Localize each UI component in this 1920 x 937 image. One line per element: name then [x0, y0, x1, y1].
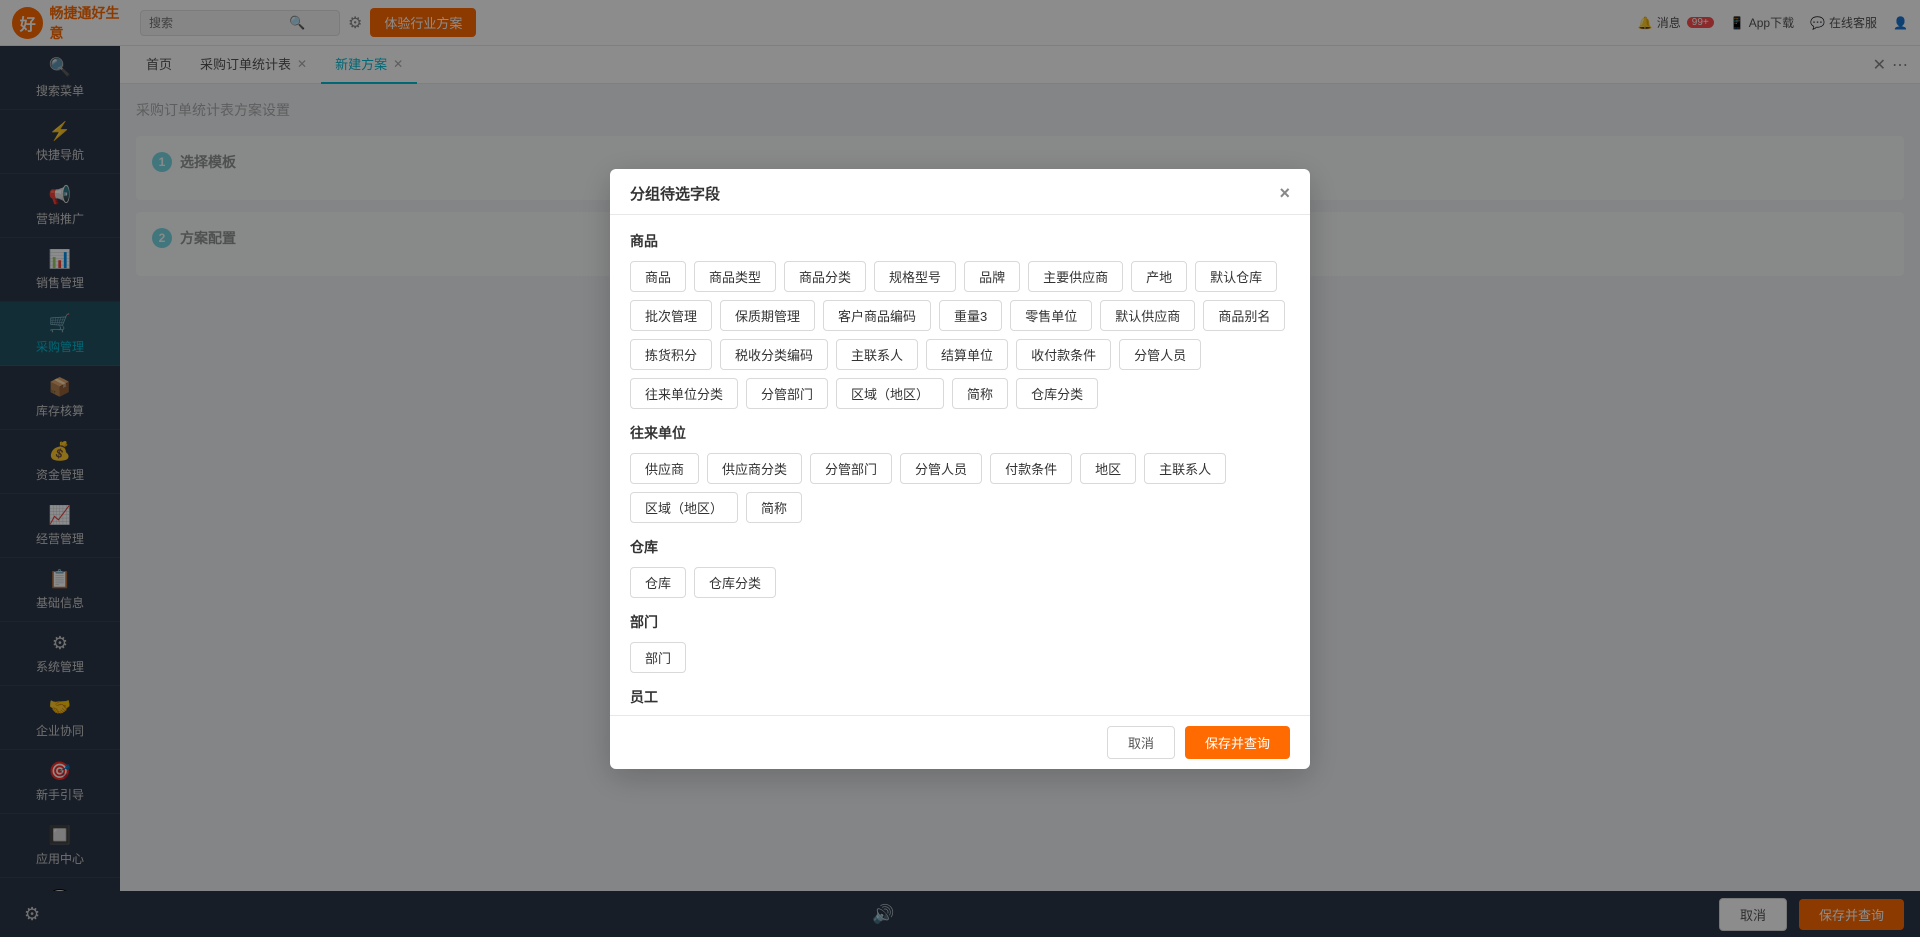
field-tag-spec-model[interactable]: 规格型号: [874, 261, 956, 292]
field-tag-dept[interactable]: 部门: [630, 642, 686, 673]
field-tag-main-contact[interactable]: 主联系人: [836, 339, 918, 370]
field-tag-main-supplier[interactable]: 主要供应商: [1028, 261, 1123, 292]
field-tag-origin[interactable]: 产地: [1131, 261, 1187, 292]
field-select-modal: 分组待选字段 × 商品 商品 商品类型 商品分类 规格型号 品牌 主要供应商 产…: [610, 169, 1310, 769]
field-tag-settlement-unit[interactable]: 结算单位: [926, 339, 1008, 370]
field-tag-goods-alias[interactable]: 商品别名: [1203, 300, 1285, 331]
section-title-goods: 商品: [630, 231, 1290, 251]
field-grid-partner: 供应商 供应商分类 分管部门 分管人员 付款条件 地区 主联系人 区域（地区） …: [630, 453, 1290, 523]
field-tag-payment-terms[interactable]: 收付款条件: [1016, 339, 1111, 370]
field-tag-shelf-life[interactable]: 保质期管理: [720, 300, 815, 331]
modal-header: 分组待选字段 ×: [610, 169, 1310, 215]
field-tag-goods-category[interactable]: 商品分类: [784, 261, 866, 292]
field-tag-short-name[interactable]: 简称: [952, 378, 1008, 409]
modal-cancel-button[interactable]: 取消: [1107, 726, 1175, 759]
modal-confirm-button[interactable]: 保存并查询: [1185, 726, 1290, 759]
modal-body[interactable]: 商品 商品 商品类型 商品分类 规格型号 品牌 主要供应商 产地 默认仓库 批次…: [610, 215, 1310, 715]
field-grid-goods: 商品 商品类型 商品分类 规格型号 品牌 主要供应商 产地 默认仓库 批次管理 …: [630, 261, 1290, 409]
field-tag-warehouse-category[interactable]: 仓库分类: [1016, 378, 1098, 409]
field-tag-admin-dept[interactable]: 分管部门: [746, 378, 828, 409]
field-grid-dept: 部门: [630, 642, 1290, 673]
section-title-dept: 部门: [630, 612, 1290, 632]
field-tag-supplier[interactable]: 供应商: [630, 453, 699, 484]
field-tag-customer-code[interactable]: 客户商品编码: [823, 300, 931, 331]
field-tag-wh-category[interactable]: 仓库分类: [694, 567, 776, 598]
field-grid-warehouse: 仓库 仓库分类: [630, 567, 1290, 598]
section-title-partner: 往来单位: [630, 423, 1290, 443]
field-tag-admin-person[interactable]: 分管人员: [1119, 339, 1201, 370]
field-tag-partner-person[interactable]: 分管人员: [900, 453, 982, 484]
modal-close-button[interactable]: ×: [1279, 183, 1290, 204]
section-title-warehouse: 仓库: [630, 537, 1290, 557]
field-tag-brand[interactable]: 品牌: [964, 261, 1020, 292]
field-tag-pick-score[interactable]: 拣货积分: [630, 339, 712, 370]
section-title-employee: 员工: [630, 687, 1290, 707]
field-tag-payment-cond[interactable]: 付款条件: [990, 453, 1072, 484]
field-tag-retail-unit[interactable]: 零售单位: [1010, 300, 1092, 331]
field-tag-warehouse[interactable]: 仓库: [630, 567, 686, 598]
field-tag-area[interactable]: 地区: [1080, 453, 1136, 484]
field-tag-default-warehouse[interactable]: 默认仓库: [1195, 261, 1277, 292]
field-tag-partner-short[interactable]: 简称: [746, 492, 802, 523]
field-tag-supplier-category[interactable]: 供应商分类: [707, 453, 802, 484]
modal-title: 分组待选字段: [630, 183, 720, 204]
field-tag-partner-region[interactable]: 区域（地区）: [630, 492, 738, 523]
modal-footer: 取消 保存并查询: [610, 715, 1310, 769]
field-tag-tax-code[interactable]: 税收分类编码: [720, 339, 828, 370]
field-tag-weight[interactable]: 重量3: [939, 300, 1002, 331]
field-tag-partner-category[interactable]: 往来单位分类: [630, 378, 738, 409]
field-tag-region[interactable]: 区域（地区）: [836, 378, 944, 409]
field-tag-goods-type[interactable]: 商品类型: [694, 261, 776, 292]
modal-overlay: 分组待选字段 × 商品 商品 商品类型 商品分类 规格型号 品牌 主要供应商 产…: [0, 0, 1920, 937]
field-tag-partner-contact[interactable]: 主联系人: [1144, 453, 1226, 484]
field-tag-default-supplier[interactable]: 默认供应商: [1100, 300, 1195, 331]
field-tag-partner-dept[interactable]: 分管部门: [810, 453, 892, 484]
field-tag-goods[interactable]: 商品: [630, 261, 686, 292]
field-tag-batch-mgmt[interactable]: 批次管理: [630, 300, 712, 331]
